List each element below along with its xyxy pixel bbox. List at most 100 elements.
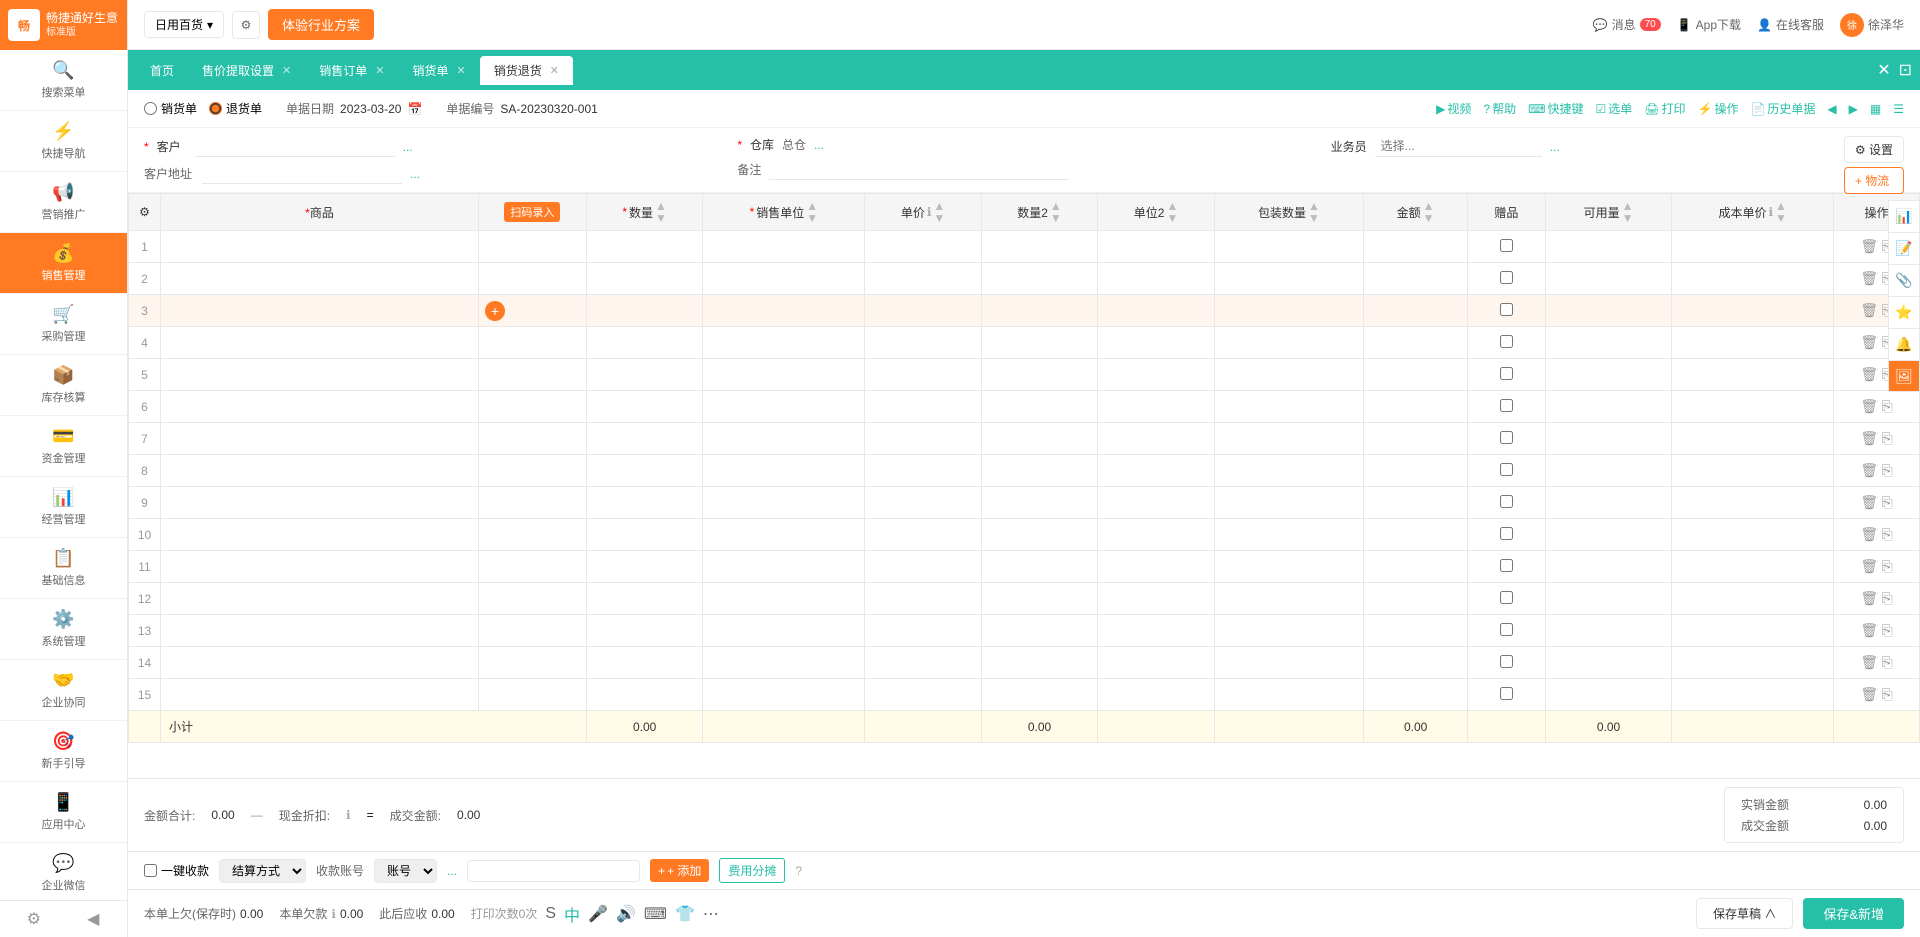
video-btn[interactable]: ▶ 视频 [1436, 100, 1471, 117]
shirt-icon[interactable]: 👕 [675, 904, 695, 924]
packqty-cell-13[interactable] [1214, 615, 1363, 647]
packqty-cell-4[interactable] [1214, 327, 1363, 359]
amount-cell-2[interactable] [1364, 263, 1468, 295]
product-cell-10[interactable] [161, 519, 479, 551]
unit2-cell-7[interactable] [1098, 423, 1215, 455]
payment-help-icon[interactable]: ? [795, 864, 802, 878]
packqty-cell-15[interactable] [1214, 679, 1363, 711]
sidebar-item-system[interactable]: ⚙️ 系统管理 [0, 599, 127, 660]
sidebar-item-basic[interactable]: 📋 基础信息 [0, 538, 127, 599]
available-cell-10[interactable] [1545, 519, 1672, 551]
right-icon-6[interactable]: 🖼 [1888, 360, 1920, 392]
qty2-cell-15[interactable] [981, 679, 1098, 711]
qty-cell-10[interactable] [586, 519, 703, 551]
gift-cell-6[interactable] [1468, 391, 1546, 423]
costprice-cell-7[interactable] [1672, 423, 1834, 455]
copy-row-btn-13[interactable]: ⎘ [1882, 622, 1893, 639]
price-cell-1[interactable] [865, 231, 981, 263]
delete-row-btn-3[interactable]: 🗑 [1860, 302, 1878, 319]
amount-cell-8[interactable] [1364, 455, 1468, 487]
sidebar-item-wechat[interactable]: 💬 企业微信 [0, 843, 127, 900]
shortcut-btn[interactable]: ⌨ 快捷键 [1528, 100, 1583, 117]
sidebar-item-finance[interactable]: 💳 资金管理 [0, 416, 127, 477]
sidebar-item-marketing[interactable]: 📢 营销推广 [0, 172, 127, 233]
gift-cell-11[interactable] [1468, 551, 1546, 583]
qty2-cell-10[interactable] [981, 519, 1098, 551]
tab-maximize-btn[interactable]: ⊡ [1899, 60, 1912, 80]
qty-cell-12[interactable] [586, 583, 703, 615]
packqty-cell-2[interactable] [1214, 263, 1363, 295]
product-cell-4[interactable] [161, 327, 479, 359]
amount-cell-1[interactable] [1364, 231, 1468, 263]
packqty-cell-9[interactable] [1214, 487, 1363, 519]
product-cell-8[interactable] [161, 455, 479, 487]
sidebar-item-shortcut[interactable]: ⚡ 快捷导航 [0, 111, 127, 172]
qty2-cell-5[interactable] [981, 359, 1098, 391]
speaker-icon[interactable]: 🔊 [616, 904, 636, 924]
unit2-cell-12[interactable] [1098, 583, 1215, 615]
packqty-cell-3[interactable] [1214, 295, 1363, 327]
industry-dropdown[interactable]: 日用百货 ▾ [144, 11, 224, 38]
operate-btn[interactable]: ⚡ 操作 [1697, 100, 1738, 117]
account-select[interactable]: 账号 [374, 859, 437, 883]
costprice-cell-6[interactable] [1672, 391, 1834, 423]
qty-cell-1[interactable] [586, 231, 703, 263]
delete-row-btn-2[interactable]: 🗑 [1860, 270, 1878, 287]
owe-info-icon[interactable]: ℹ [331, 907, 336, 921]
costprice-cell-1[interactable] [1672, 231, 1834, 263]
available-cell-8[interactable] [1545, 455, 1672, 487]
list-view-btn[interactable]: ☰ [1893, 102, 1904, 116]
price-cell-12[interactable] [865, 583, 981, 615]
amount-cell-11[interactable] [1364, 551, 1468, 583]
tab-price[interactable]: 售价提取设置 ✕ [188, 56, 305, 85]
available-cell-5[interactable] [1545, 359, 1672, 391]
customer-input[interactable] [195, 136, 395, 157]
price-cell-11[interactable] [865, 551, 981, 583]
sidebar-item-enterprise[interactable]: 🤝 企业协同 [0, 660, 127, 721]
online-service-btn[interactable]: 👤 在线客服 [1757, 16, 1824, 33]
available-cell-4[interactable] [1545, 327, 1672, 359]
qty-cell-7[interactable] [586, 423, 703, 455]
sidebar-settings-btn[interactable]: ⚙ [8, 909, 60, 929]
remark-input[interactable] [769, 159, 1069, 180]
costprice-cell-9[interactable] [1672, 487, 1834, 519]
copy-row-btn-6[interactable]: ⎘ [1882, 398, 1893, 415]
address-input[interactable] [202, 163, 402, 184]
costprice-cell-8[interactable] [1672, 455, 1834, 487]
qty-cell-13[interactable] [586, 615, 703, 647]
header-settings-btn[interactable]: ⚙ [232, 11, 260, 39]
copy-row-btn-8[interactable]: ⎘ [1882, 462, 1893, 479]
tab-close-order[interactable]: ✕ [375, 64, 384, 77]
history-btn[interactable]: 📄 历史单据 [1750, 100, 1815, 117]
unit2-cell-11[interactable] [1098, 551, 1215, 583]
costprice-cell-12[interactable] [1672, 583, 1834, 615]
qty2-cell-12[interactable] [981, 583, 1098, 615]
product-cell-3[interactable] [161, 295, 479, 327]
unit-cell-14[interactable] [703, 647, 865, 679]
salesperson-dots-btn[interactable]: ... [1550, 140, 1560, 154]
packqty-cell-1[interactable] [1214, 231, 1363, 263]
logistics-side-btn[interactable]: + 物流 [1844, 167, 1904, 194]
unit2-cell-14[interactable] [1098, 647, 1215, 679]
amount-cell-3[interactable] [1364, 295, 1468, 327]
gift-cell-7[interactable] [1468, 423, 1546, 455]
delete-row-btn-8[interactable]: 🗑 [1860, 462, 1878, 479]
unit-cell-5[interactable] [703, 359, 865, 391]
tab-close-all-btn[interactable]: ✕ [1877, 60, 1890, 80]
th-scan[interactable]: 扫码录入 [478, 194, 586, 231]
packqty-cell-7[interactable] [1214, 423, 1363, 455]
price-cell-6[interactable] [865, 391, 981, 423]
experience-button[interactable]: 体验行业方案 [268, 9, 374, 40]
qty-cell-11[interactable] [586, 551, 703, 583]
unit2-cell-13[interactable] [1098, 615, 1215, 647]
gift-cell-15[interactable] [1468, 679, 1546, 711]
qty-cell-6[interactable] [586, 391, 703, 423]
amount-cell-10[interactable] [1364, 519, 1468, 551]
more-icon[interactable]: ⋯ [703, 904, 719, 924]
costprice-cell-5[interactable] [1672, 359, 1834, 391]
gift-cell-8[interactable] [1468, 455, 1546, 487]
unit2-cell-6[interactable] [1098, 391, 1215, 423]
payment-dots-btn[interactable]: ... [447, 864, 457, 878]
product-input-3[interactable] [167, 304, 472, 318]
unit2-cell-1[interactable] [1098, 231, 1215, 263]
